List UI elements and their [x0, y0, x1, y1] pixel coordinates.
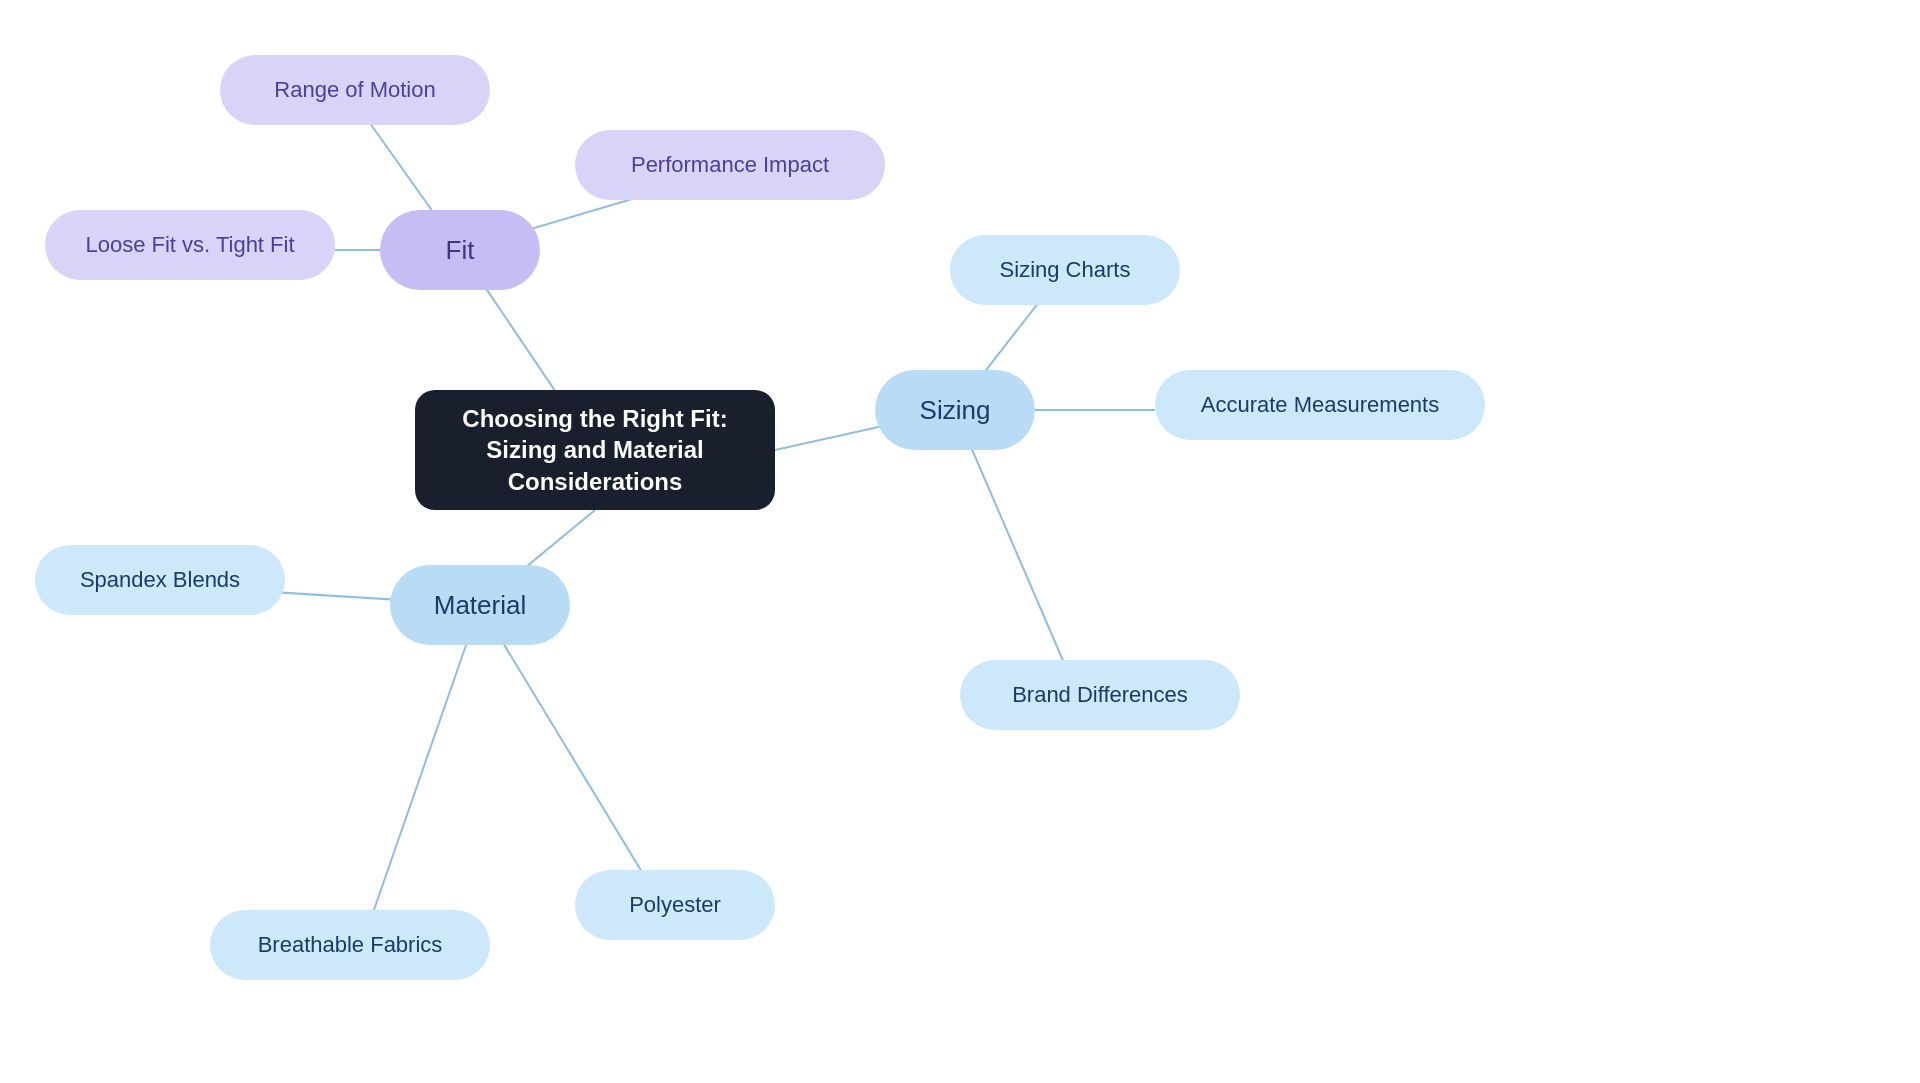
- svg-line-10: [360, 605, 480, 950]
- svg-line-7: [955, 410, 1080, 700]
- spandex-blends-node: Spandex Blends: [35, 545, 285, 615]
- svg-line-11: [480, 605, 665, 910]
- breathable-fabrics-node: Breathable Fabrics: [210, 910, 490, 980]
- accurate-measurements-node: Accurate Measurements: [1155, 370, 1485, 440]
- sizing-node: Sizing: [875, 370, 1035, 450]
- mindmap-container: Choosing the Right Fit: Sizing and Mater…: [0, 0, 1920, 1083]
- performance-impact-node: Performance Impact: [575, 130, 885, 200]
- center-node: Choosing the Right Fit: Sizing and Mater…: [415, 390, 775, 510]
- sizing-charts-node: Sizing Charts: [950, 235, 1180, 305]
- material-node: Material: [390, 565, 570, 645]
- brand-differences-node: Brand Differences: [960, 660, 1240, 730]
- loose-fit-tight-fit-node: Loose Fit vs. Tight Fit: [45, 210, 335, 280]
- range-of-motion-node: Range of Motion: [220, 55, 490, 125]
- fit-node: Fit: [380, 210, 540, 290]
- polyester-node: Polyester: [575, 870, 775, 940]
